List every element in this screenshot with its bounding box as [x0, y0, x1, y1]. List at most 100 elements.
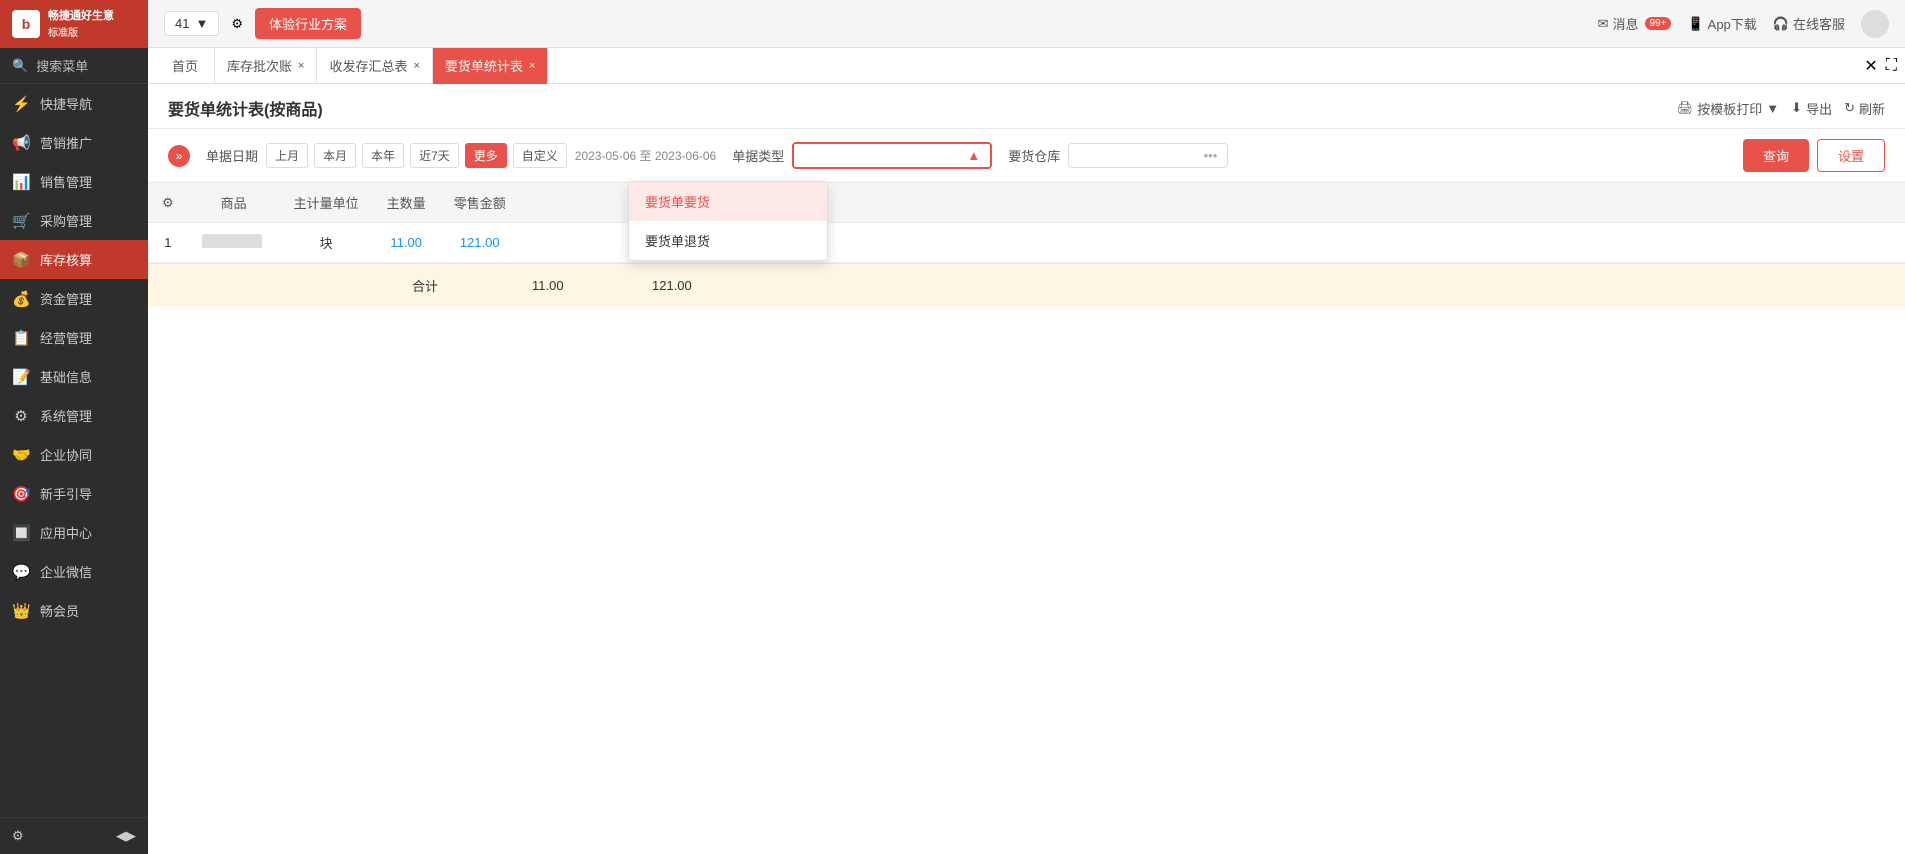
messages-item[interactable]: ✉ 消息 99+	[1598, 14, 1672, 33]
apps-icon: 🔲	[12, 524, 30, 542]
date-curr-year[interactable]: 本年	[362, 143, 404, 168]
sidebar-item-sales[interactable]: 📊 销售管理	[0, 162, 148, 201]
print-icon: 🖨	[1677, 100, 1694, 116]
page-header: 要货单统计表(按商品) 🖨 按模板打印 ▼ ⬇ 导出 ↻ 刷新	[148, 84, 1905, 129]
search-icon: 🔍	[12, 58, 28, 74]
date-range-text: 2023-05-06 至 2023-06-06	[575, 147, 716, 164]
avatar[interactable]	[1861, 10, 1889, 38]
sidebar-nav: ⚡ 快捷导航 📢 营销推广 📊 销售管理 🛒 采购管理 📦 库存核算 💰 资金管…	[0, 84, 148, 817]
operation-icon: 📋	[12, 329, 30, 347]
sidebar-item-inventory[interactable]: 📦 库存核算	[0, 240, 148, 279]
tab-home[interactable]: 首页	[156, 48, 215, 84]
col-unit: 主计量单位	[280, 183, 373, 223]
refresh-btn[interactable]: ↻ 刷新	[1844, 99, 1885, 118]
sidebar: b 畅捷通好生意 标准版 🔍 搜索菜单 ⚡ 快捷导航 📢 营销推广 📊 销售管理…	[0, 0, 148, 854]
sidebar-item-apps[interactable]: 🔲 应用中心	[0, 513, 148, 552]
print-template-btn[interactable]: 🖨 按模板打印 ▼	[1677, 99, 1779, 118]
row-amount: 121.00	[440, 223, 520, 263]
export-icon: ⬇	[1791, 100, 1802, 116]
col-amount: 零售金额	[440, 183, 520, 223]
enterprise-icon: 🤝	[12, 446, 30, 464]
export-btn[interactable]: ⬇ 导出	[1791, 99, 1832, 118]
sidebar-item-basic[interactable]: 📝 基础信息	[0, 357, 148, 396]
wechat-icon: 💬	[12, 563, 30, 581]
shop-chevron-icon: ▼	[195, 16, 208, 31]
close-receivables-icon[interactable]: ×	[413, 60, 419, 72]
sidebar-item-guide[interactable]: 🎯 新手引导	[0, 474, 148, 513]
tabs-bar: 首页 库存批次账 × 收发存汇总表 × 要货单统计表 × ✕ ⛶	[148, 48, 1905, 84]
messages-icon: ✉	[1598, 16, 1609, 32]
header-settings-icon[interactable]: ⚙	[231, 16, 243, 32]
footer-amount: 121.00	[638, 278, 758, 293]
col-qty: 主数量	[373, 183, 440, 223]
row-qty: 11.00	[373, 223, 440, 263]
page-title: 要货单统计表(按商品)	[168, 96, 323, 120]
guide-icon: 🎯	[12, 485, 30, 503]
tab-close-all-icon[interactable]: ✕	[1864, 56, 1877, 76]
dropdown-option-order-return[interactable]: 要货单退货	[629, 221, 827, 260]
system-icon: ⚙	[12, 407, 30, 425]
app-download-item[interactable]: 📱 App下载	[1687, 14, 1756, 33]
date-7days[interactable]: 近7天	[410, 143, 459, 168]
row-product	[188, 223, 280, 263]
tab-batch[interactable]: 库存批次账 ×	[215, 48, 317, 84]
service-icon: 🎧	[1773, 16, 1789, 32]
sidebar-item-finance[interactable]: 💰 资金管理	[0, 279, 148, 318]
date-more[interactable]: 更多	[465, 143, 507, 168]
type-dropdown-popup: 要货单要货 要货单退货	[628, 181, 828, 261]
dropdown-option-order-goods[interactable]: 要货单要货	[629, 182, 827, 221]
sidebar-item-purchase[interactable]: 🛒 采购管理	[0, 201, 148, 240]
row-unit: 块	[280, 223, 373, 263]
trial-button[interactable]: 体验行业方案	[255, 8, 361, 39]
tab-receivables[interactable]: 收发存汇总表 ×	[317, 48, 432, 84]
data-table-container: ⚙ 商品 主计量单位 主数量 零售金额 1 块 11.00 121.00	[148, 183, 1905, 854]
collapse-icon[interactable]: ◀▶	[116, 828, 136, 844]
date-curr-month[interactable]: 本月	[314, 143, 356, 168]
sidebar-item-enterprise[interactable]: 🤝 企业协同	[0, 435, 148, 474]
header-left: 41 ▼ ⚙ 体验行业方案	[164, 8, 361, 39]
main-content: 41 ▼ ⚙ 体验行业方案 ✉ 消息 99+ 📱 App下载 🎧 在线客服	[148, 0, 1905, 854]
table-row: 1 块 11.00 121.00	[148, 223, 1905, 263]
shop-selector[interactable]: 41 ▼	[164, 11, 219, 36]
type-filter-section: 单据类型 ▲	[732, 142, 992, 169]
purchase-icon: 🛒	[12, 212, 30, 230]
filter-actions: 查询 设置	[1743, 139, 1885, 172]
type-dropdown[interactable]: ▲	[792, 142, 992, 169]
sidebar-footer: ⚙ ◀▶	[0, 817, 148, 854]
basic-icon: 📝	[12, 368, 30, 386]
type-chevron-icon: ▲	[967, 148, 980, 163]
sidebar-item-system[interactable]: ⚙ 系统管理	[0, 396, 148, 435]
date-buttons: 上月 本月 本年 近7天 更多 自定义	[266, 143, 567, 168]
finance-icon: 💰	[12, 290, 30, 308]
close-batch-icon[interactable]: ×	[298, 60, 304, 72]
sidebar-item-marketing[interactable]: 📢 营销推广	[0, 123, 148, 162]
sidebar-search[interactable]: 🔍 搜索菜单	[0, 48, 148, 84]
page-actions: 🖨 按模板打印 ▼ ⬇ 导出 ↻ 刷新	[1677, 99, 1885, 118]
date-label: 单据日期	[206, 146, 258, 165]
refresh-icon: ↻	[1844, 100, 1855, 116]
sidebar-item-operation[interactable]: 📋 经营管理	[0, 318, 148, 357]
table-header-row: ⚙ 商品 主计量单位 主数量 零售金额	[148, 183, 1905, 223]
settings-footer-icon[interactable]: ⚙	[12, 828, 24, 844]
expand-filter-btn[interactable]: »	[168, 145, 190, 167]
member-icon: 👑	[12, 602, 30, 620]
logo-text: 畅捷通好生意 标准版	[48, 9, 114, 38]
sidebar-item-wechat[interactable]: 💬 企业微信	[0, 552, 148, 591]
warehouse-field[interactable]: •••	[1068, 143, 1228, 168]
online-service-item[interactable]: 🎧 在线客服	[1773, 14, 1845, 33]
type-label: 单据类型	[732, 146, 784, 165]
warehouse-label: 要货仓库	[1008, 146, 1060, 165]
filter-settings-button[interactable]: 设置	[1817, 139, 1885, 172]
footer-qty: 11.00	[518, 278, 638, 293]
inventory-icon: 📦	[12, 251, 30, 269]
date-custom[interactable]: 自定义	[513, 143, 567, 168]
tab-order-stats[interactable]: 要货单统计表 ×	[433, 48, 548, 84]
query-button[interactable]: 查询	[1743, 139, 1809, 172]
tab-expand-icon[interactable]: ⛶	[1886, 57, 1897, 75]
sidebar-item-shortcut[interactable]: ⚡ 快捷导航	[0, 84, 148, 123]
close-order-stats-icon[interactable]: ×	[529, 60, 535, 72]
col-settings[interactable]: ⚙	[148, 183, 188, 223]
shortcut-icon: ⚡	[12, 95, 30, 113]
sidebar-item-member[interactable]: 👑 畅会员	[0, 591, 148, 630]
date-prev-month[interactable]: 上月	[266, 143, 308, 168]
